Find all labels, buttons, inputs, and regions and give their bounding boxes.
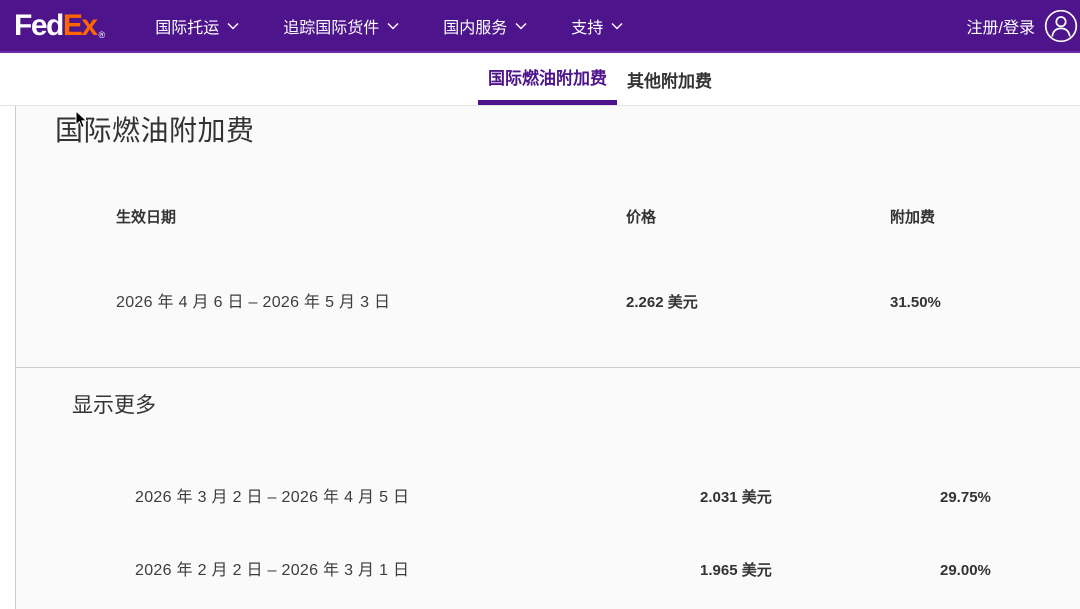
surcharge-value: 29.75% [940,482,1080,514]
section-divider [16,367,1080,368]
nav-item-track-international[interactable]: 追踪国际货件 [283,14,399,38]
column-header-surcharge: 附加费 [890,203,1080,233]
surcharge-tab-bar: 国际燃油附加费 其他附加费 [0,53,1080,106]
price-value: 1.965 美元 [700,555,940,587]
nav-item-label: 国际托运 [155,14,219,38]
table-row: 2026 年 2 月 2 日 – 2026 年 3 月 1 日 1.965 美元… [16,555,1080,587]
tab-international-fuel-surcharge[interactable]: 国际燃油附加费 [478,53,617,105]
logo-registered-mark: ® [99,31,106,40]
user-account-icon[interactable] [1044,9,1078,43]
logo-fed-text: Fed [14,11,63,41]
logo-ex-text: Ex [63,11,97,41]
table-row: 2026 年 3 月 2 日 – 2026 年 4 月 5 日 2.031 美元… [16,482,1080,514]
column-header-price: 价格 [626,203,890,233]
chevron-down-icon [227,22,239,30]
table-header-row: 生效日期 价格 附加费 [16,203,1080,233]
column-header-effective-date: 生效日期 [116,203,626,233]
page-title: 国际燃油附加费 [55,109,255,149]
main-nav: 国际托运 追踪国际货件 国内服务 支持 [155,14,623,38]
top-navigation-bar: FedEx® 国际托运 追踪国际货件 国内服务 支持 注册/登录 [0,0,1080,53]
chevron-down-icon [611,22,623,30]
price-value: 2.262 美元 [626,287,890,319]
effective-date-range: 2026 年 3 月 2 日 – 2026 年 4 月 5 日 [135,482,700,514]
tab-label: 国际燃油附加费 [488,64,607,89]
tabs-group: 国际燃油附加费 其他附加费 [478,53,722,105]
surcharge-value: 31.50% [890,287,1080,319]
show-more-toggle[interactable]: 显示更多 [72,389,156,419]
chevron-down-icon [515,22,527,30]
effective-date-range: 2026 年 2 月 2 日 – 2026 年 3 月 1 日 [135,555,700,587]
tab-other-surcharges[interactable]: 其他附加费 [617,53,722,105]
nav-item-label: 国内服务 [443,14,507,38]
fuel-surcharge-content: 国际燃油附加费 生效日期 价格 附加费 2026 年 4 月 6 日 – 202… [15,106,1080,609]
price-value: 2.031 美元 [700,482,940,514]
nav-item-label: 追踪国际货件 [283,14,379,38]
register-login-label: 注册/登录 [967,14,1035,38]
tab-label: 其他附加费 [627,67,712,92]
nav-item-domestic-services[interactable]: 国内服务 [443,14,527,38]
chevron-down-icon [387,22,399,30]
table-row: 2026 年 4 月 6 日 – 2026 年 5 月 3 日 2.262 美元… [16,287,1080,319]
nav-item-international-shipping[interactable]: 国际托运 [155,14,239,38]
nav-item-support[interactable]: 支持 [571,14,623,38]
effective-date-range: 2026 年 4 月 6 日 – 2026 年 5 月 3 日 [116,287,626,319]
fedex-logo[interactable]: FedEx® [14,11,105,41]
nav-item-label: 支持 [571,14,603,38]
register-login-button[interactable]: 注册/登录 [967,9,1078,43]
surcharge-value: 29.00% [940,555,1080,587]
